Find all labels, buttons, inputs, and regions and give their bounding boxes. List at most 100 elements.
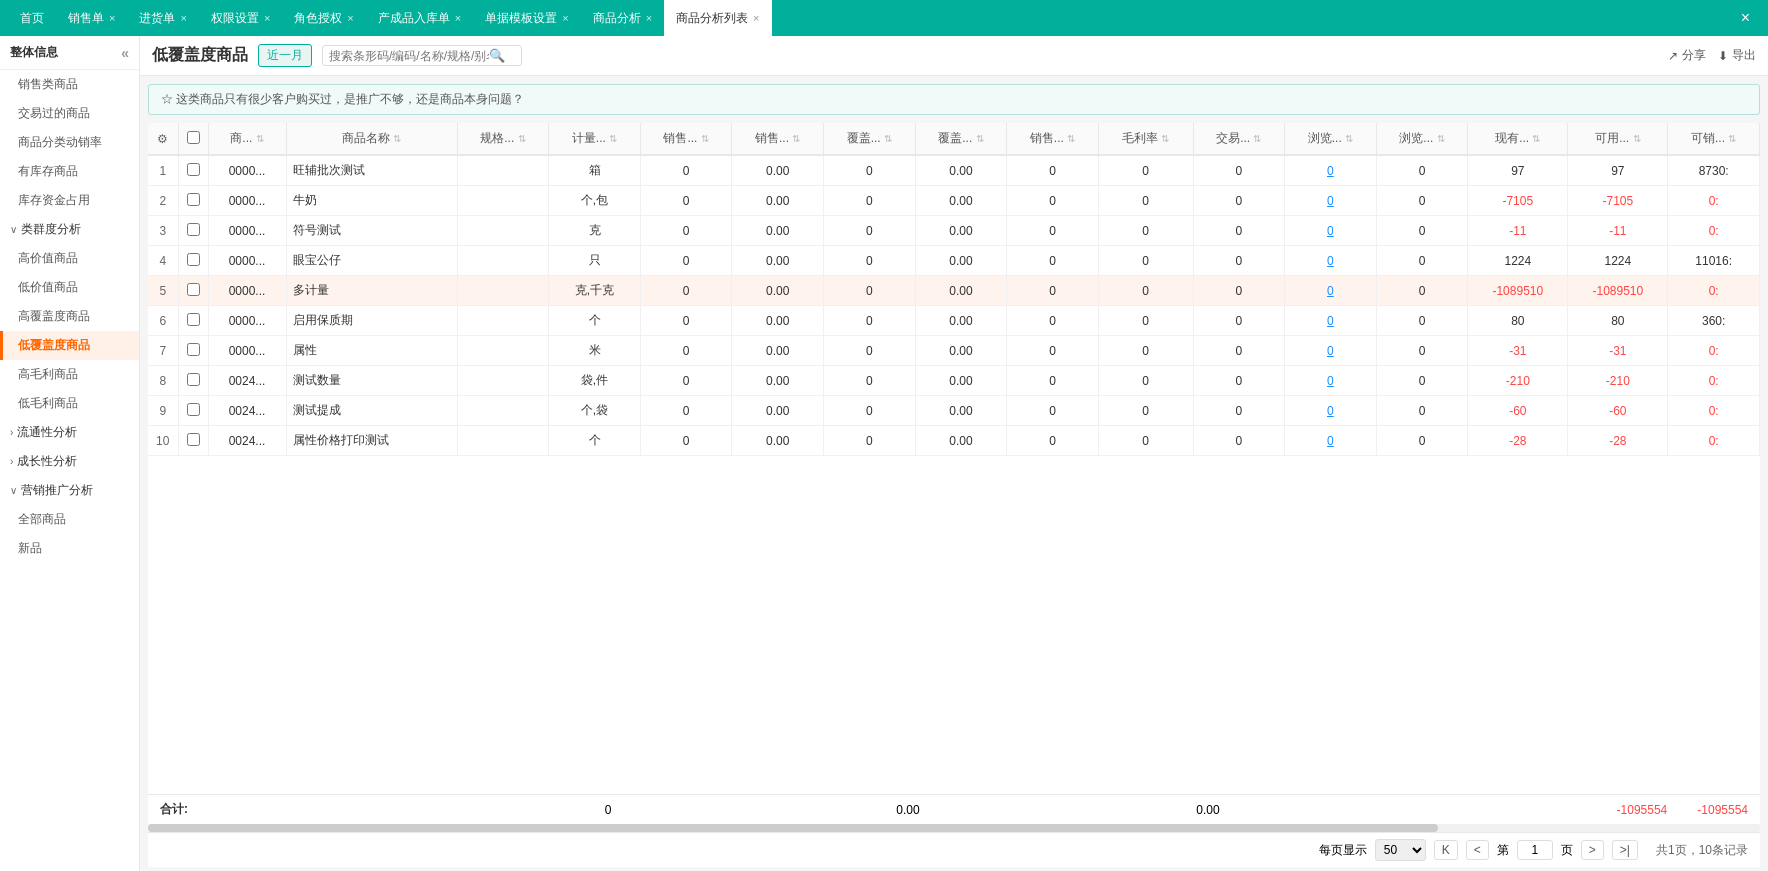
- row-browse1[interactable]: 0: [1285, 336, 1377, 366]
- last-page-button[interactable]: >|: [1612, 840, 1638, 860]
- current-page-input[interactable]: [1517, 840, 1553, 860]
- nav-home[interactable]: 首页: [8, 0, 56, 36]
- row-check[interactable]: [178, 396, 208, 426]
- nav-products[interactable]: 产成品入库单 ×: [366, 0, 473, 36]
- row-name[interactable]: 属性价格打印测试: [286, 426, 457, 456]
- close-purchase-icon[interactable]: ×: [180, 12, 186, 24]
- search-icon[interactable]: 🔍: [489, 48, 505, 63]
- row-browse1[interactable]: 0: [1285, 186, 1377, 216]
- col-current-header[interactable]: 现有... ⇅: [1468, 123, 1568, 155]
- col-settings-header[interactable]: ⚙: [148, 123, 178, 155]
- close-roles-icon[interactable]: ×: [347, 12, 353, 24]
- row-check[interactable]: [178, 216, 208, 246]
- page-size-select[interactable]: 50 20 100: [1375, 839, 1426, 861]
- row-name[interactable]: 牛奶: [286, 186, 457, 216]
- select-all-checkbox[interactable]: [187, 131, 200, 144]
- row-name[interactable]: 多计量: [286, 276, 457, 306]
- row-browse1[interactable]: 0: [1285, 155, 1377, 186]
- scrollbar-thumb[interactable]: [148, 824, 1438, 832]
- row-checkbox[interactable]: [187, 253, 200, 266]
- close-templates-icon[interactable]: ×: [562, 12, 568, 24]
- col-trade-header[interactable]: 交易... ⇅: [1193, 123, 1285, 155]
- sidebar-item-new-goods[interactable]: 新品: [0, 534, 139, 563]
- row-check[interactable]: [178, 336, 208, 366]
- close-sales-icon[interactable]: ×: [109, 12, 115, 24]
- row-checkbox[interactable]: [187, 223, 200, 236]
- col-unit-header[interactable]: 计量... ⇅: [549, 123, 641, 155]
- close-permissions-icon[interactable]: ×: [264, 12, 270, 24]
- col-spec-header[interactable]: 规格... ⇅: [457, 123, 549, 155]
- sidebar-section-marketing[interactable]: ∨ 营销推广分析: [0, 476, 139, 505]
- search-input[interactable]: [329, 49, 489, 63]
- row-name[interactable]: 眼宝公仔: [286, 246, 457, 276]
- col-name-header[interactable]: 商品名称 ⇅: [286, 123, 457, 155]
- sidebar-item-traded-goods[interactable]: 交易过的商品: [0, 99, 139, 128]
- sidebar-item-category-rate[interactable]: 商品分类动销率: [0, 128, 139, 157]
- close-products-icon[interactable]: ×: [455, 12, 461, 24]
- row-check[interactable]: [178, 366, 208, 396]
- row-browse1[interactable]: 0: [1285, 216, 1377, 246]
- sidebar-item-all-goods[interactable]: 全部商品: [0, 505, 139, 534]
- col-sales-amt-header[interactable]: 销售... ⇅: [732, 123, 824, 155]
- col-sales-qty-header[interactable]: 销售... ⇅: [640, 123, 732, 155]
- row-name[interactable]: 符号测试: [286, 216, 457, 246]
- nav-sales[interactable]: 销售单 ×: [56, 0, 127, 36]
- nav-analysis-list[interactable]: 商品分析列表 ×: [664, 0, 771, 36]
- col-gross-header[interactable]: 毛利率 ⇅: [1098, 123, 1193, 155]
- nav-analysis[interactable]: 商品分析 ×: [581, 0, 664, 36]
- filter-recent-month-button[interactable]: 近一月: [258, 44, 312, 67]
- row-check[interactable]: [178, 276, 208, 306]
- sidebar-item-stock-goods[interactable]: 有库存商品: [0, 157, 139, 186]
- nav-roles[interactable]: 角色授权 ×: [282, 0, 365, 36]
- row-checkbox[interactable]: [187, 163, 200, 176]
- sidebar-item-low-coverage[interactable]: 低覆盖度商品: [0, 331, 139, 360]
- row-checkbox[interactable]: [187, 283, 200, 296]
- row-check[interactable]: [178, 155, 208, 186]
- close-all-button[interactable]: ×: [1731, 9, 1760, 27]
- share-button[interactable]: ↗ 分享: [1668, 47, 1706, 64]
- sidebar-section-flow[interactable]: › 流通性分析: [0, 418, 139, 447]
- export-button[interactable]: ⬇ 导出: [1718, 47, 1756, 64]
- sidebar-item-high-profit[interactable]: 高毛利商品: [0, 360, 139, 389]
- sidebar-item-high-coverage[interactable]: 高覆盖度商品: [0, 302, 139, 331]
- row-check[interactable]: [178, 246, 208, 276]
- row-name[interactable]: 启用保质期: [286, 306, 457, 336]
- col-sales-stat-header[interactable]: 销售... ⇅: [1007, 123, 1099, 155]
- nav-permissions[interactable]: 权限设置 ×: [199, 0, 282, 36]
- col-cover2-header[interactable]: 覆盖... ⇅: [915, 123, 1007, 155]
- row-checkbox[interactable]: [187, 193, 200, 206]
- col-sellable-header[interactable]: 可销... ⇅: [1668, 123, 1760, 155]
- row-check[interactable]: [178, 306, 208, 336]
- nav-purchase[interactable]: 进货单 ×: [127, 0, 198, 36]
- row-check[interactable]: [178, 426, 208, 456]
- col-code-header[interactable]: 商... ⇅: [208, 123, 286, 155]
- col-browse1-header[interactable]: 浏览... ⇅: [1285, 123, 1377, 155]
- sidebar-item-stock-capital[interactable]: 库存资金占用: [0, 186, 139, 215]
- row-name[interactable]: 测试数量: [286, 366, 457, 396]
- sidebar-collapse-button[interactable]: «: [121, 45, 129, 61]
- sidebar-item-high-value[interactable]: 高价值商品: [0, 244, 139, 273]
- row-browse1[interactable]: 0: [1285, 306, 1377, 336]
- row-browse1[interactable]: 0: [1285, 396, 1377, 426]
- close-analysis-icon[interactable]: ×: [646, 12, 652, 24]
- row-name[interactable]: 旺辅批次测试: [286, 155, 457, 186]
- sidebar-section-growth[interactable]: › 成长性分析: [0, 447, 139, 476]
- data-table-container[interactable]: ⚙ 商... ⇅ 商品名称 ⇅ 规格... ⇅ 计量... ⇅ 销售... ⇅ …: [148, 123, 1760, 794]
- sidebar-section-cluster[interactable]: ∨ 类群度分析: [0, 215, 139, 244]
- first-page-button[interactable]: K: [1434, 840, 1458, 860]
- row-name[interactable]: 测试提成: [286, 396, 457, 426]
- sidebar-item-low-value[interactable]: 低价值商品: [0, 273, 139, 302]
- col-cover1-header[interactable]: 覆盖... ⇅: [824, 123, 916, 155]
- row-browse1[interactable]: 0: [1285, 366, 1377, 396]
- next-page-button[interactable]: >: [1581, 840, 1604, 860]
- row-checkbox[interactable]: [187, 343, 200, 356]
- row-browse1[interactable]: 0: [1285, 246, 1377, 276]
- row-checkbox[interactable]: [187, 313, 200, 326]
- row-checkbox[interactable]: [187, 373, 200, 386]
- settings-icon[interactable]: ⚙: [157, 132, 168, 146]
- nav-templates[interactable]: 单据模板设置 ×: [473, 0, 580, 36]
- row-browse1[interactable]: 0: [1285, 276, 1377, 306]
- close-analysis-list-icon[interactable]: ×: [753, 12, 759, 24]
- sidebar-item-sales-goods[interactable]: 销售类商品: [0, 70, 139, 99]
- row-browse1[interactable]: 0: [1285, 426, 1377, 456]
